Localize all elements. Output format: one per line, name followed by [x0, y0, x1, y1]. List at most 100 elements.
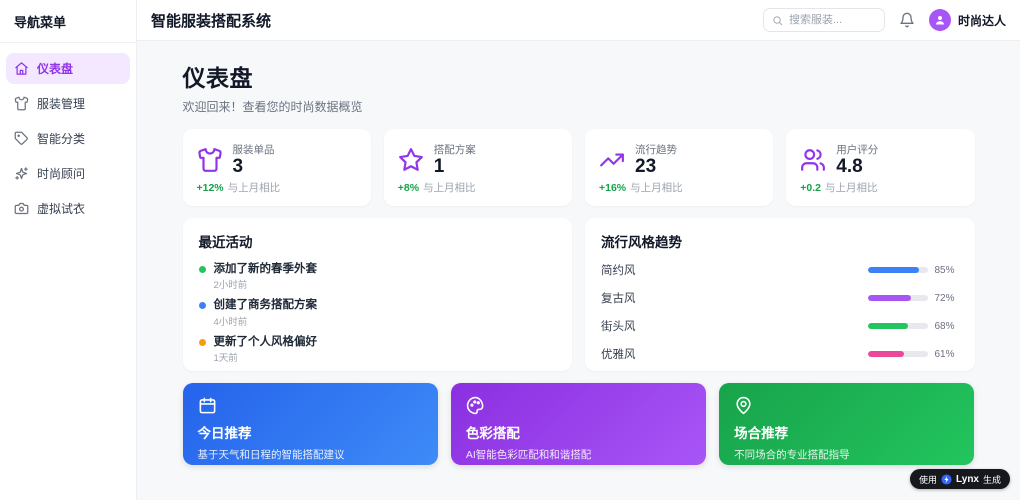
page-title: 仪表盘 — [182, 65, 253, 91]
trend-label: 街头风 — [601, 321, 636, 333]
trending-up-icon — [599, 147, 625, 173]
sidebar-item-dashboard[interactable]: 仪表盘 — [6, 53, 130, 84]
stat-card-outfit-plans: 搭配方案 1 +8% 与上月相比 — [383, 129, 572, 206]
activity-text: 更新了个人风格偏好 — [213, 335, 318, 348]
notifications-button[interactable] — [899, 12, 915, 28]
sidebar-title: 导航菜单 — [0, 0, 136, 43]
activity-time: 4小时前 — [213, 316, 248, 328]
stat-card-clothing-items: 服装单品 3 +12% 与上月相比 — [182, 129, 371, 206]
user-menu[interactable]: 时尚达人 — [928, 9, 1006, 31]
sidebar-item-clothing-management[interactable]: 服装管理 — [6, 88, 130, 119]
stat-card-user-rating: 用户评分 4.8 +0.2 与上月相比 — [786, 129, 975, 206]
sidebar-item-label: 虚拟试衣 — [37, 202, 86, 216]
map-pin-icon — [734, 396, 753, 415]
trend-bar — [867, 295, 928, 301]
lynx-logo-icon — [941, 473, 952, 485]
shirt-icon — [14, 96, 29, 111]
trend-row: 优雅风 61% — [601, 346, 959, 362]
activity-text: 添加了新的春季外套 — [213, 263, 318, 275]
action-card-daily-recommendation[interactable]: 今日推荐 基于天气和日程的智能搭配建议 — [182, 383, 438, 465]
sidebar-nav: 仪表盘 服装管理 智能分类 时尚顾问 虚拟试衣 — [0, 43, 136, 234]
badge-brand: Lynx — [956, 473, 979, 485]
sidebar-item-label: 仪表盘 — [37, 62, 74, 76]
stat-value: 23 — [635, 156, 657, 177]
sparkles-icon — [14, 166, 29, 181]
panels-row: 最近活动 添加了新的春季外套 2小时前 创建了商务搭配方案 4小时前 更新了个人… — [182, 218, 975, 371]
trend-row: 街头风 68% — [601, 318, 959, 334]
app-title: 智能服装搭配系统 — [151, 12, 272, 30]
activity-item: 更新了个人风格偏好 1天前 — [198, 335, 557, 365]
trend-percent: 61% — [934, 348, 955, 360]
stat-card-trends: 流行趋势 23 +16% 与上月相比 — [585, 129, 774, 206]
stat-label: 服装单品 — [232, 144, 275, 156]
bell-icon — [900, 12, 914, 28]
topbar: 智能服装搭配系统 时尚达人 — [137, 0, 1020, 41]
action-title: 色彩搭配 — [465, 426, 520, 441]
activity-time: 1天前 — [213, 353, 238, 365]
trend-percent: 85% — [934, 264, 955, 276]
lynx-badge[interactable]: 使用 Lynx 生成 — [910, 469, 1010, 489]
panel-title: 流行风格趋势 — [601, 235, 682, 250]
topbar-right: 时尚达人 — [762, 8, 1006, 32]
users-icon — [800, 147, 826, 173]
trend-percent: 68% — [934, 320, 955, 332]
activity-item: 添加了新的春季外套 2小时前 — [198, 262, 557, 292]
trend-label: 简约风 — [601, 265, 636, 277]
avatar — [928, 9, 951, 31]
activity-item: 创建了商务搭配方案 4小时前 — [198, 298, 557, 328]
user-icon — [935, 16, 944, 25]
action-title: 场合推荐 — [734, 426, 789, 441]
activity-text: 创建了商务搭配方案 — [213, 299, 318, 312]
star-icon — [398, 147, 424, 173]
sidebar-item-virtual-fitting[interactable]: 虚拟试衣 — [6, 193, 130, 224]
badge-suffix: 生成 — [982, 474, 1001, 485]
trend-row: 简约风 85% — [601, 262, 959, 278]
sidebar-item-label: 服装管理 — [37, 97, 86, 111]
activity-dot — [198, 266, 206, 273]
palette-icon — [466, 396, 485, 415]
sidebar-item-fashion-advisor[interactable]: 时尚顾问 — [6, 158, 130, 189]
activity-dot — [198, 338, 206, 346]
action-title: 今日推荐 — [197, 426, 252, 441]
search-box — [762, 8, 885, 32]
tag-icon — [14, 131, 29, 146]
trend-bar — [867, 267, 928, 273]
action-card-color-matching[interactable]: 色彩搭配 AI智能色彩匹配和和谐搭配 — [450, 383, 707, 465]
stat-label: 用户评分 — [836, 144, 879, 156]
search-input[interactable] — [788, 14, 876, 26]
home-icon — [14, 61, 29, 76]
trend-percent: 72% — [934, 292, 955, 304]
actions-row: 今日推荐 基于天气和日程的智能搭配建议 色彩搭配 AI智能色彩匹配和和谐搭配 场… — [182, 383, 975, 465]
stat-delta: +8% 与上月相比 — [397, 182, 476, 194]
trend-bar — [867, 351, 928, 357]
stat-value: 4.8 — [836, 156, 863, 177]
main-area: 智能服装搭配系统 时尚达人 仪表盘 欢迎 — [137, 0, 1020, 500]
trend-label: 复古风 — [601, 293, 636, 305]
stat-delta: +0.2 与上月相比 — [800, 182, 878, 194]
stats-row: 服装单品 3 +12% 与上月相比 搭配方案 1 +8% 与上月相比 流行趋势 … — [182, 129, 975, 206]
stat-label: 搭配方案 — [433, 144, 476, 156]
stat-label: 流行趋势 — [635, 144, 677, 156]
action-card-occasion-recommendation[interactable]: 场合推荐 不同场合的专业搭配指导 — [719, 383, 975, 465]
activity-dot — [198, 302, 206, 310]
panel-title: 最近活动 — [198, 235, 253, 250]
trend-bar — [867, 323, 928, 329]
sidebar-item-label: 智能分类 — [37, 132, 86, 146]
username: 时尚达人 — [957, 13, 1006, 28]
content: 仪表盘 欢迎回来！查看您的时尚数据概览 服装单品 3 +12% 与上月相比 搭配… — [137, 41, 1020, 500]
camera-icon — [14, 201, 29, 216]
badge-prefix: 使用 — [919, 474, 938, 485]
stat-value: 1 — [433, 156, 445, 177]
calendar-icon — [198, 396, 217, 415]
action-desc: AI智能色彩匹配和和谐搭配 — [465, 449, 592, 461]
trend-row: 复古风 72% — [601, 290, 959, 306]
recent-activity-panel: 最近活动 添加了新的春季外套 2小时前 创建了商务搭配方案 4小时前 更新了个人… — [182, 218, 572, 371]
activity-time: 2小时前 — [213, 280, 248, 292]
sidebar-item-smart-classification[interactable]: 智能分类 — [6, 123, 130, 154]
stat-value: 3 — [232, 156, 244, 177]
tshirt-icon — [197, 147, 223, 173]
stat-delta: +12% 与上月相比 — [196, 182, 281, 194]
sidebar: 导航菜单 仪表盘 服装管理 智能分类 时尚顾问 虚拟试衣 — [0, 0, 137, 500]
sidebar-item-label: 时尚顾问 — [37, 167, 86, 181]
stat-delta: +16% 与上月相比 — [599, 182, 683, 194]
